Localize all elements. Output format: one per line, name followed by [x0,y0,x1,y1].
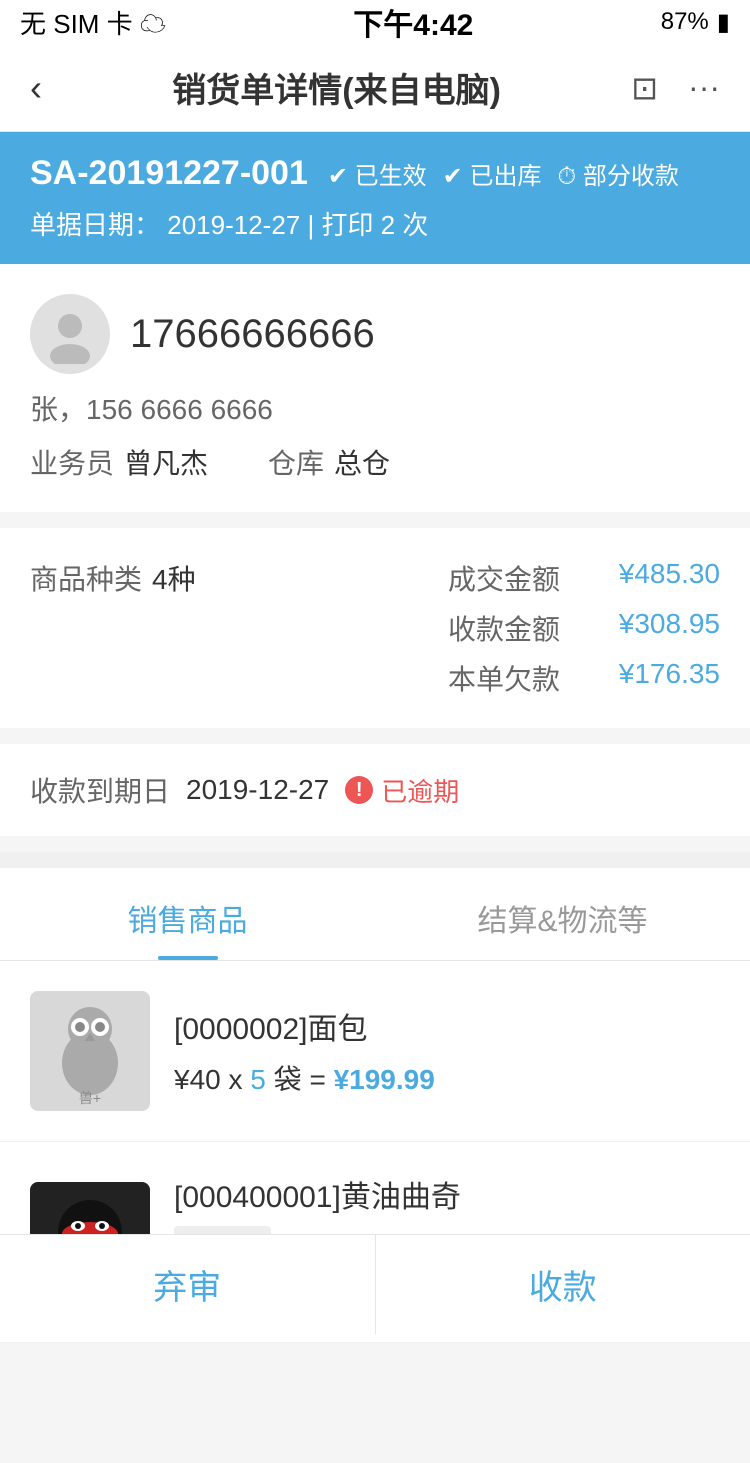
price-base-1: ¥40 [174,1064,221,1095]
warehouse-value: 总仓 [334,442,390,482]
tab-sales-label: 销售商品 [128,905,248,938]
status-time: 下午4:42 [353,0,473,44]
product-title-2: 黄油曲奇 [341,1181,461,1214]
tab-settlement[interactable]: 结算&物流等 [375,868,750,960]
date-label: 单据日期： [30,210,160,240]
product-kind: 商品种类 4种 [30,558,196,598]
debt-amount: 本单欠款 ¥176.35 [448,658,720,698]
print-info: | 打印 2 次 [307,210,428,240]
price-total-1: ¥199.99 [334,1064,435,1095]
back-button[interactable]: ‹ [30,67,42,109]
product-name-1: [0000002]面包 [174,1004,720,1048]
overdue-text: 已逾期 [381,772,459,809]
deal-amount: 成交金额 ¥485.30 [448,558,720,598]
order-date: 2019-12-27 [167,210,300,240]
due-label: 收款到期日 [30,770,170,810]
tab-settlement-label: 结算&物流等 [477,905,647,938]
customer-name-phone: 张，156 6666 6666 [30,388,720,428]
badge-partial: ⏱ 部分收款 [557,156,678,191]
overdue-badge: ! 已逾期 [345,772,459,809]
header-banner: SA-20191227-001 ✔ 已生效 ✔ 已出库 ⏱ 部分收款 单据日期：… [0,132,750,264]
warehouse-label: 仓库 [268,442,324,482]
price-qty-1: 5 [250,1064,266,1095]
due-section: 收款到期日 2019-12-27 ! 已逾期 [0,744,750,836]
overdue-icon: ! [345,776,373,804]
kind-label: 商品种类 [30,558,142,598]
price-x-1: x [229,1064,251,1095]
tab-underline [158,956,218,960]
customer-phone: 17666666666 [130,312,375,357]
customer-avatar [30,294,110,374]
kind-value: 4种 [152,558,196,598]
customer-meta: 业务员 曾凡杰 仓库 总仓 [30,442,720,482]
debt-label: 本单欠款 [448,658,560,698]
stats-right: 成交金额 ¥485.30 收款金额 ¥308.95 本单欠款 ¥176.35 [448,558,720,698]
price-eq-1: = [309,1064,333,1095]
cancel-review-button[interactable]: 弃审 [0,1235,376,1334]
badge-shipped: ✔ 已出库 [443,156,542,191]
warehouse-info: 仓库 总仓 [268,442,390,482]
product-info-1: [0000002]面包 ¥40 x 5 袋 = ¥199.99 [174,1004,720,1098]
battery-icon: ▮ [717,8,730,37]
badge-effective: ✔ 已生效 [328,156,427,191]
confirm-label: 收款 [529,1260,597,1309]
status-bar: 无 SIM 卡 ☁ 下午4:42 87% ▮ [0,0,750,44]
product-thumbnail-1: 兽+ [30,991,150,1111]
bottom-spacer [0,1343,750,1463]
sales-person: 业务员 曾凡杰 [30,442,208,482]
stats-section: 商品种类 4种 成交金额 ¥485.30 收款金额 ¥308.95 本单欠款 ¥… [0,528,750,728]
status-battery: 87% ▮ [661,8,730,37]
product-item: 兽+ [0000002]面包 ¥40 x 5 袋 = ¥199.99 [0,961,750,1142]
sales-value: 曾凡杰 [124,442,208,482]
bottom-bar: 弃审 收款 [0,1234,750,1334]
receipt-label: 收款金额 [448,608,560,648]
receipt-amount: 收款金额 ¥308.95 [448,608,720,648]
battery-percent: 87% [661,8,709,36]
sales-label: 业务员 [30,442,114,482]
deal-value: ¥485.30 [590,558,720,598]
page-title: 销货单详情(来自电脑) [172,63,501,112]
product-title-1: 面包 [307,1013,367,1046]
tab-sales-products[interactable]: 销售商品 [0,868,375,960]
stats-left: 商品种类 4种 [30,558,196,598]
cancel-label: 弃审 [153,1260,221,1309]
more-button[interactable]: ··· [688,69,720,106]
product-name-2: [000400001]黄油曲奇 [174,1172,720,1216]
status-signal: 无 SIM 卡 ☁ [20,4,166,41]
receipt-value: ¥308.95 [590,608,720,648]
nav-bar: ‹ 销货单详情(来自电脑) ⊡ ··· [0,44,750,132]
tabs-section: 销售商品 结算&物流等 [0,868,750,961]
product-price-1: ¥40 x 5 袋 = ¥199.99 [174,1058,720,1098]
deal-label: 成交金额 [448,558,560,598]
section-divider [0,852,750,868]
share-button[interactable]: ⊡ [631,69,658,107]
price-unit-1: 袋 [274,1064,302,1095]
customer-section: 17666666666 张，156 6666 6666 业务员 曾凡杰 仓库 总… [0,264,750,512]
receipt-button[interactable]: 收款 [376,1235,750,1334]
order-date-info: 单据日期： 2019-12-27 | 打印 2 次 [30,205,720,242]
status-badges: ✔ 已生效 ✔ 已出库 ⏱ 部分收款 [328,156,679,191]
due-date: 2019-12-27 [186,774,329,806]
order-id: SA-20191227-001 [30,154,308,193]
debt-value: ¥176.35 [590,658,720,698]
nav-actions: ⊡ ··· [631,69,720,107]
product-code-2: [000400001] [174,1181,341,1214]
product-code-1: [0000002] [174,1013,307,1046]
svg-text:兽+: 兽+ [79,1090,101,1106]
